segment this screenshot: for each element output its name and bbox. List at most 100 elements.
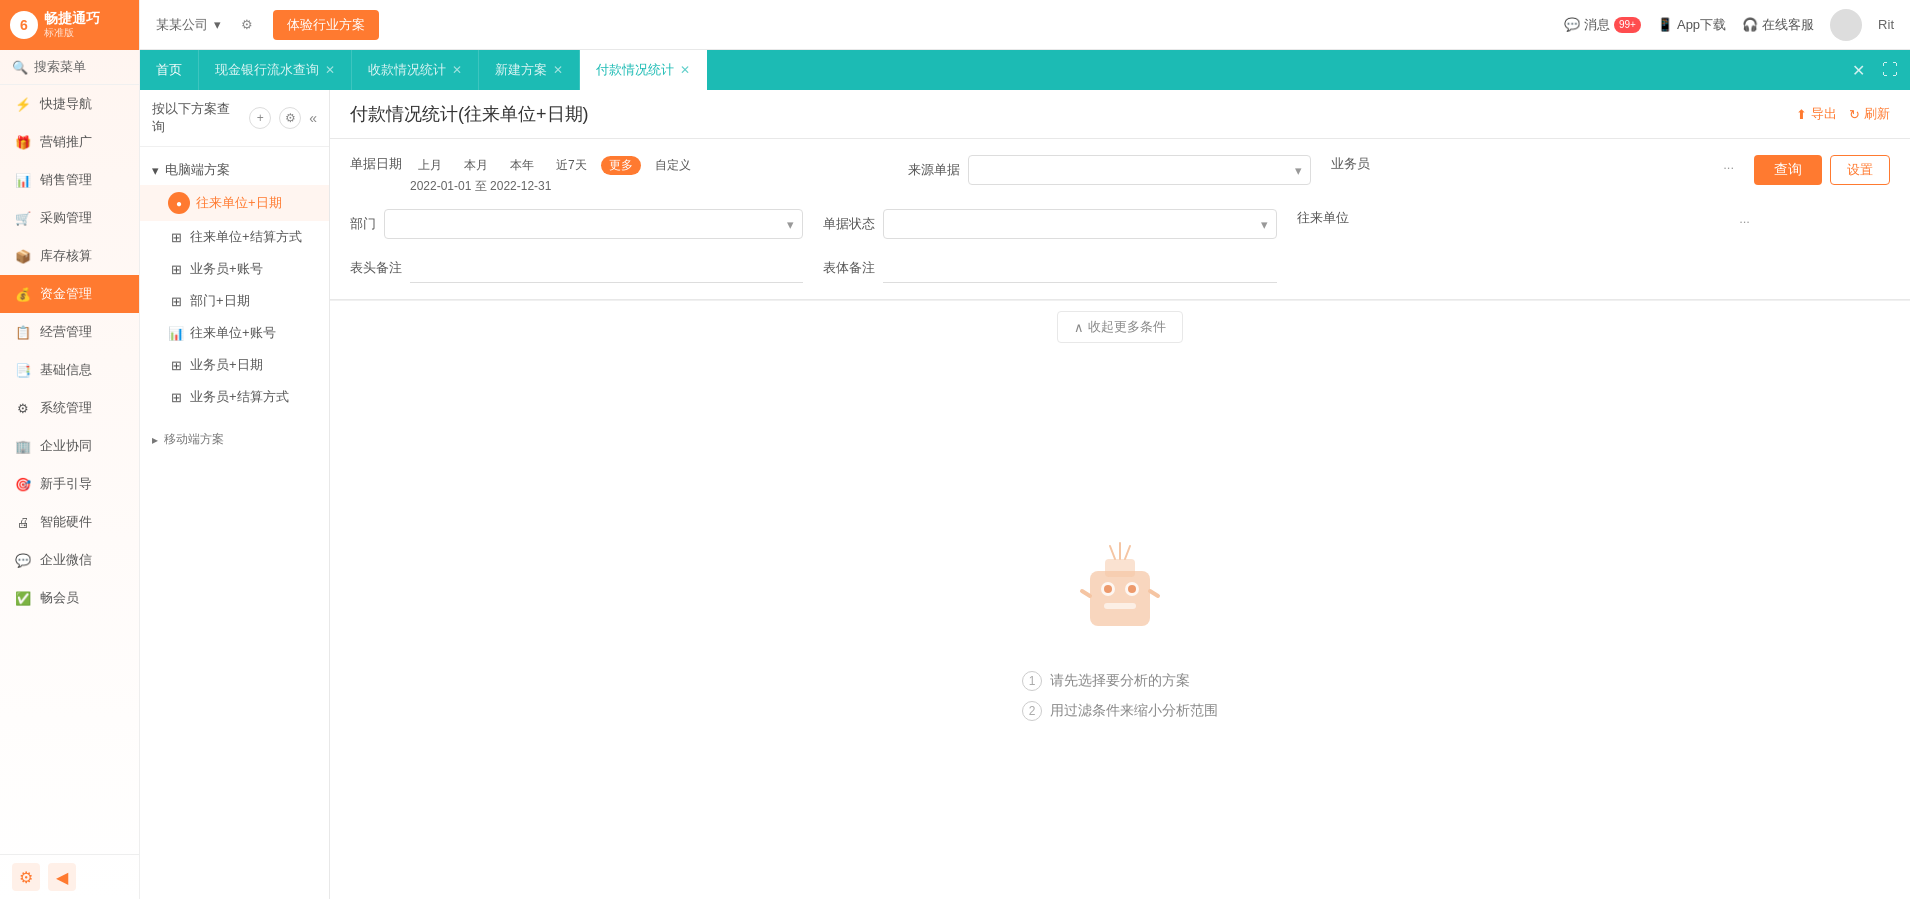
source-select[interactable] bbox=[968, 155, 1311, 185]
tip-num-2: 2 bbox=[1022, 701, 1042, 721]
logo-area: 6 畅捷通巧 标准版 bbox=[0, 0, 139, 50]
online-service-button[interactable]: 🎧 在线客服 bbox=[1742, 16, 1814, 34]
tab-close-bank-flow[interactable]: ✕ bbox=[325, 63, 335, 77]
quick-nav-icon: ⚡ bbox=[14, 95, 32, 113]
grid-icon-3: ⊞ bbox=[168, 293, 184, 309]
sidebar-item-sales[interactable]: 📊 销售管理 bbox=[0, 161, 139, 199]
voucher-status-select[interactable] bbox=[883, 209, 1276, 239]
date-option-this-month[interactable]: 本月 bbox=[456, 155, 496, 176]
filter-row-1: 单据日期 上月 本月 本年 近7天 更多 自定义 20 bbox=[350, 155, 1890, 195]
tab-close-new-scheme[interactable]: ✕ bbox=[553, 63, 563, 77]
tree-item-salesman-settlement[interactable]: ⊞ 业务员+结算方式 bbox=[140, 381, 329, 413]
export-button[interactable]: ⬆ 导出 bbox=[1796, 105, 1837, 123]
sidebar-item-smart[interactable]: 🖨 智能硬件 bbox=[0, 503, 139, 541]
tab-home[interactable]: 首页 bbox=[140, 50, 199, 90]
query-buttons: 查询 设置 bbox=[1754, 155, 1890, 185]
phone-icon: 📱 bbox=[1657, 17, 1673, 32]
tab-bank-flow[interactable]: 现金银行流水查询 ✕ bbox=[199, 50, 352, 90]
sidebar-collapse-button[interactable]: ◀ bbox=[48, 863, 76, 891]
sidebar-item-guide[interactable]: 🎯 新手引导 bbox=[0, 465, 139, 503]
user-company[interactable]: 某某公司 ▾ bbox=[156, 16, 221, 34]
empty-illustration bbox=[1060, 531, 1180, 651]
date-option-7days[interactable]: 近7天 bbox=[548, 155, 595, 176]
date-option-this-year[interactable]: 本年 bbox=[502, 155, 542, 176]
sidebar-item-member[interactable]: ✅ 畅会员 bbox=[0, 579, 139, 617]
filter-area: 单据日期 上月 本月 本年 近7天 更多 自定义 20 bbox=[330, 139, 1910, 300]
query-button[interactable]: 查询 bbox=[1754, 155, 1822, 185]
tree-item-dept-date[interactable]: ⊞ 部门+日期 bbox=[140, 285, 329, 317]
empty-tip-1: 1 请先选择要分析的方案 bbox=[1022, 671, 1218, 691]
tree-item-salesman-date[interactable]: ⊞ 业务员+日期 bbox=[140, 349, 329, 381]
username-label: Rit bbox=[1878, 17, 1894, 32]
sidebar-item-enterprise[interactable]: 🏢 企业协同 bbox=[0, 427, 139, 465]
panel-collapse-button[interactable]: « bbox=[309, 110, 317, 126]
right-content: 付款情况统计(往来单位+日期) ⬆ 导出 ↻ 刷新 bbox=[330, 90, 1910, 899]
settings-icon: ⚙ bbox=[241, 17, 253, 32]
scheme-settings-button[interactable]: ⚙ bbox=[279, 107, 301, 129]
tree-item-unit-settlement[interactable]: ⊞ 往来单位+结算方式 bbox=[140, 221, 329, 253]
svg-line-7 bbox=[1082, 591, 1090, 596]
svg-rect-1 bbox=[1105, 559, 1135, 577]
grid-icon-6: ⊞ bbox=[168, 389, 184, 405]
main-area: 某某公司 ▾ ⚙ 体验行业方案 💬 消息 99+ 📱 App下载 🎧 在线客服 … bbox=[140, 0, 1910, 899]
sidebar-item-inventory[interactable]: 📦 库存核算 bbox=[0, 237, 139, 275]
maximize-window-button[interactable]: ⛶ bbox=[1878, 58, 1902, 82]
tab-receivable-stats[interactable]: 收款情况统计 ✕ bbox=[352, 50, 479, 90]
add-scheme-button[interactable]: + bbox=[249, 107, 271, 129]
user-avatar[interactable] bbox=[1830, 9, 1862, 41]
scheme-panel: 按以下方案查询 + ⚙ « ▾ 电脑端方案 ● 往来单位+日期 ⊞ bbox=[140, 90, 330, 899]
system-icon: ⚙ bbox=[14, 399, 32, 417]
refresh-button[interactable]: ↻ 刷新 bbox=[1849, 105, 1890, 123]
tab-payment-stats[interactable]: 付款情况统计 ✕ bbox=[580, 50, 707, 90]
sidebar-settings-button[interactable]: ⚙ bbox=[12, 863, 40, 891]
filter-settings-button[interactable]: 设置 bbox=[1830, 155, 1890, 185]
date-option-last-month[interactable]: 上月 bbox=[410, 155, 450, 176]
empty-tip-2: 2 用过滤条件来缩小分析范围 bbox=[1022, 701, 1218, 721]
tree-item-unit-account[interactable]: 📊 往来单位+账号 bbox=[140, 317, 329, 349]
topbar-settings-button[interactable]: ⚙ bbox=[233, 11, 261, 39]
mobile-section-header[interactable]: ▸ 移动端方案 bbox=[140, 425, 329, 454]
sidebar-item-system[interactable]: ⚙ 系统管理 bbox=[0, 389, 139, 427]
sidebar-item-finance[interactable]: 💰 资金管理 bbox=[0, 275, 139, 313]
grid-icon-5: ⊞ bbox=[168, 357, 184, 373]
trial-industry-button[interactable]: 体验行业方案 bbox=[273, 10, 379, 40]
operation-icon: 📋 bbox=[14, 323, 32, 341]
app-download-button[interactable]: 📱 App下载 bbox=[1657, 16, 1726, 34]
sidebar-item-basic[interactable]: 📑 基础信息 bbox=[0, 351, 139, 389]
tab-new-scheme[interactable]: 新建方案 ✕ bbox=[479, 50, 580, 90]
dept-label: 部门 bbox=[350, 215, 376, 233]
svg-point-4 bbox=[1104, 585, 1112, 593]
tree-item-unit-date[interactable]: ● 往来单位+日期 bbox=[140, 185, 329, 221]
date-range-display: 2022-01-01 至 2022-12-31 bbox=[410, 178, 699, 195]
tab-close-payment-stats[interactable]: ✕ bbox=[680, 63, 690, 77]
header-note-input[interactable] bbox=[410, 253, 803, 283]
sidebar-item-quick-nav[interactable]: ⚡ 快捷导航 bbox=[0, 85, 139, 123]
desktop-section-header[interactable]: ▾ 电脑端方案 bbox=[140, 155, 329, 185]
tab-close-receivable[interactable]: ✕ bbox=[452, 63, 462, 77]
sidebar-item-marketing[interactable]: 🎁 营销推广 bbox=[0, 123, 139, 161]
grid-icon-1: ⊞ bbox=[168, 229, 184, 245]
partner-item: 往来单位 ... bbox=[1297, 209, 1750, 227]
messages-button[interactable]: 💬 消息 99+ bbox=[1564, 16, 1641, 34]
close-window-button[interactable]: ✕ bbox=[1846, 58, 1870, 82]
source-voucher-item: 来源单据 bbox=[908, 155, 1311, 185]
topbar: 某某公司 ▾ ⚙ 体验行业方案 💬 消息 99+ 📱 App下载 🎧 在线客服 … bbox=[140, 0, 1910, 50]
search-menu[interactable]: 🔍 搜索菜单 bbox=[0, 50, 139, 85]
svg-rect-0 bbox=[1090, 571, 1150, 626]
member-icon: ✅ bbox=[14, 589, 32, 607]
body-note-input[interactable] bbox=[883, 253, 1276, 283]
page-title: 付款情况统计(往来单位+日期) bbox=[350, 102, 589, 126]
sidebar-item-wechat[interactable]: 💬 企业微信 bbox=[0, 541, 139, 579]
date-option-custom[interactable]: 自定义 bbox=[647, 155, 699, 176]
source-label: 来源单据 bbox=[908, 161, 960, 179]
chevron-right-icon: ▸ bbox=[152, 433, 158, 447]
header-note-item: 表头备注 bbox=[350, 253, 803, 283]
dept-select[interactable] bbox=[384, 209, 803, 239]
date-option-more[interactable]: 更多 bbox=[601, 156, 641, 175]
headset-icon: 🎧 bbox=[1742, 17, 1758, 32]
sidebar-item-purchase[interactable]: 🛒 采购管理 bbox=[0, 199, 139, 237]
tree-item-salesman-account[interactable]: ⊞ 业务员+账号 bbox=[140, 253, 329, 285]
topbar-right-actions: 💬 消息 99+ 📱 App下载 🎧 在线客服 Rit bbox=[1564, 9, 1894, 41]
collapse-more-button[interactable]: ∧ 收起更多条件 bbox=[1057, 311, 1183, 343]
sidebar-item-operation[interactable]: 📋 经营管理 bbox=[0, 313, 139, 351]
